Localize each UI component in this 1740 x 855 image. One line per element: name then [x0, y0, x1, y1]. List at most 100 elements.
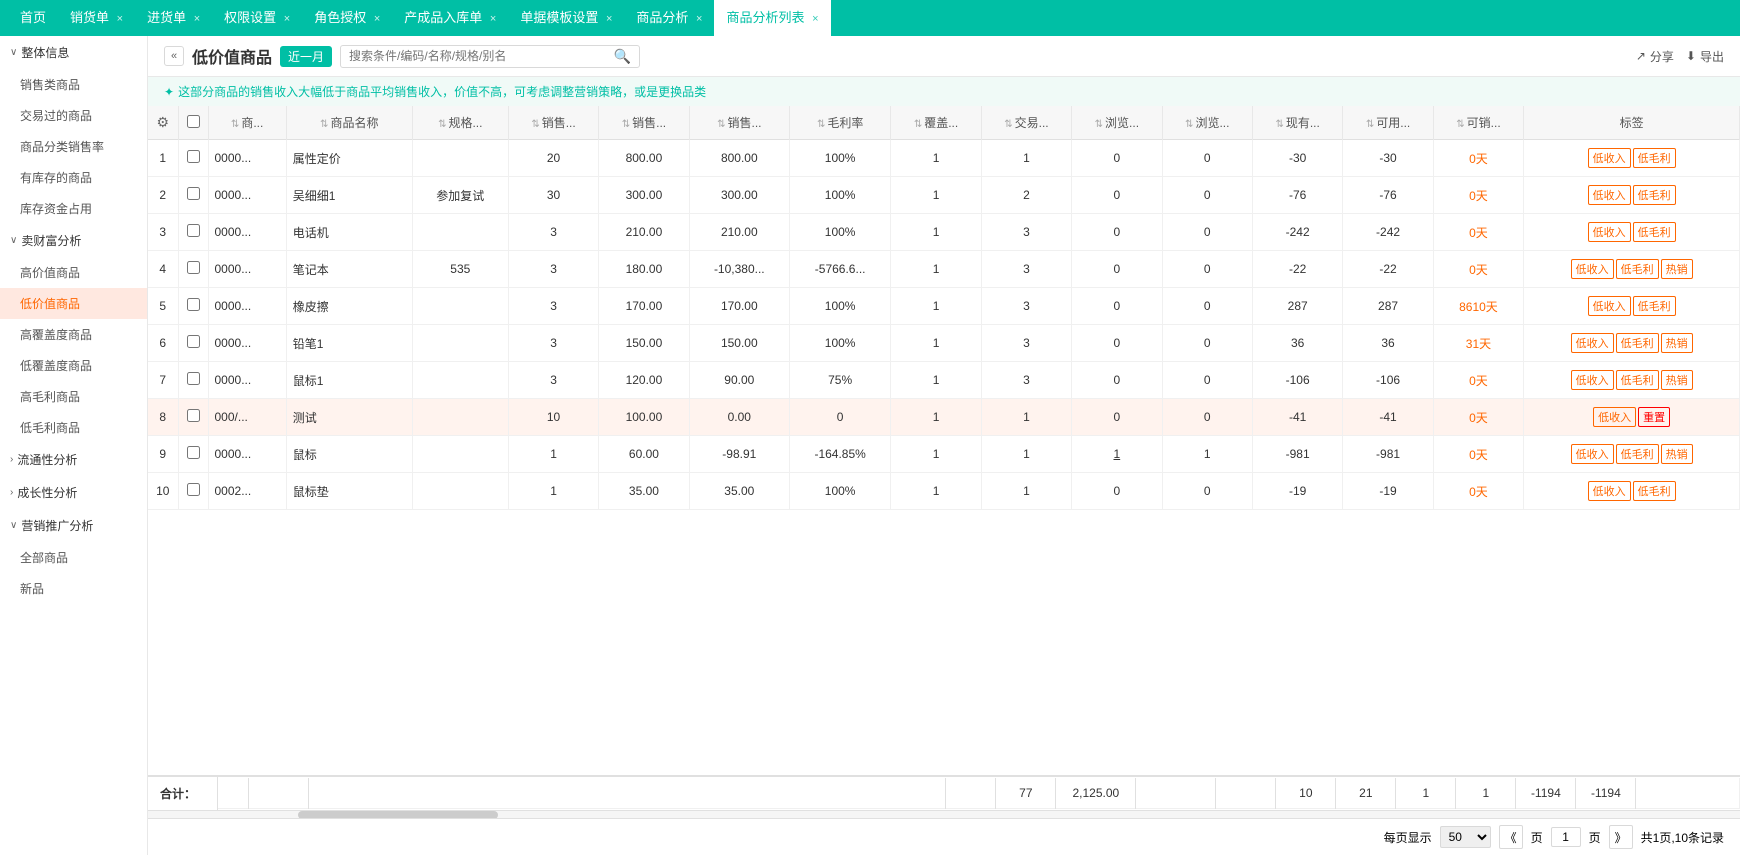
cell-col7[interactable]: 0	[1072, 399, 1162, 436]
row-checkbox[interactable]	[187, 261, 200, 274]
cell-checkbox[interactable]	[178, 251, 208, 288]
horizontal-scrollbar[interactable]	[148, 810, 1740, 818]
sidebar-item-low-coverage[interactable]: 低覆盖度商品	[0, 350, 147, 381]
cell-name[interactable]: 鼠标	[286, 436, 412, 473]
sidebar-item-sales-products[interactable]: 销售类商品	[0, 69, 147, 100]
nav-analysis[interactable]: 商品分析 ×	[624, 0, 714, 36]
nav-perms[interactable]: 权限设置 ×	[212, 0, 302, 36]
sidebar-section-circulation[interactable]: › 流通性分析	[0, 443, 147, 476]
cell-name[interactable]: 属性定价	[286, 140, 412, 177]
sidebar-item-high-value[interactable]: 高价值商品	[0, 257, 147, 288]
view-link[interactable]: 0	[1114, 484, 1121, 498]
view-link[interactable]: 0	[1114, 373, 1121, 387]
settings-icon[interactable]: ⚙	[156, 114, 169, 130]
cell-name[interactable]: 电话机	[286, 214, 412, 251]
view-link[interactable]: 0	[1114, 225, 1121, 239]
row-checkbox[interactable]	[187, 298, 200, 311]
nav-prod[interactable]: 产成品入库单 ×	[392, 0, 508, 36]
close-icon[interactable]: ×	[490, 13, 496, 25]
row-checkbox[interactable]	[187, 372, 200, 385]
cell-col7[interactable]: 0	[1072, 251, 1162, 288]
cell-checkbox[interactable]	[178, 177, 208, 214]
share-button[interactable]: ↗ 分享	[1636, 48, 1674, 65]
cell-col7[interactable]: 0	[1072, 362, 1162, 399]
cell-name[interactable]: 笔记本	[286, 251, 412, 288]
sidebar-item-all-products[interactable]: 全部商品	[0, 542, 147, 573]
sidebar-item-high-margin[interactable]: 高毛利商品	[0, 381, 147, 412]
search-input[interactable]	[349, 49, 614, 63]
cell-name[interactable]: 铅笔1	[286, 325, 412, 362]
close-icon[interactable]: ×	[117, 13, 123, 25]
sidebar-item-stock-fund[interactable]: 库存资金占用	[0, 193, 147, 224]
row-checkbox[interactable]	[187, 409, 200, 422]
cell-name[interactable]: 鼠标垫	[286, 473, 412, 510]
cell-checkbox[interactable]	[178, 325, 208, 362]
cell-checkbox[interactable]	[178, 214, 208, 251]
th-checkbox[interactable]	[178, 106, 208, 140]
cell-col7[interactable]: 0	[1072, 473, 1162, 510]
close-icon[interactable]: ×	[606, 13, 612, 25]
table-container[interactable]: ⚙ ⇅商... ⇅商品名称 ⇅规格... ⇅销售... ⇅销售... ⇅销售..…	[148, 106, 1740, 775]
th-view1[interactable]: ⇅浏览...	[1072, 106, 1162, 140]
th-current[interactable]: ⇅现有...	[1252, 106, 1342, 140]
th-code[interactable]: ⇅商...	[208, 106, 286, 140]
sidebar-item-low-margin[interactable]: 低毛利商品	[0, 412, 147, 443]
close-icon[interactable]: ×	[812, 13, 818, 25]
sidebar-item-stock[interactable]: 有库存的商品	[0, 162, 147, 193]
cell-col7[interactable]: 0	[1072, 288, 1162, 325]
th-tags[interactable]: 标签	[1524, 106, 1740, 140]
sidebar-item-new-products[interactable]: 新品	[0, 573, 147, 604]
th-spec[interactable]: ⇅规格...	[412, 106, 508, 140]
row-checkbox[interactable]	[187, 483, 200, 496]
th-col2[interactable]: ⇅销售...	[599, 106, 689, 140]
cell-checkbox[interactable]	[178, 399, 208, 436]
page-input[interactable]	[1551, 827, 1581, 847]
view-link[interactable]: 0	[1114, 336, 1121, 350]
close-icon[interactable]: ×	[194, 13, 200, 25]
cell-name[interactable]: 吴细细1	[286, 177, 412, 214]
th-view2[interactable]: ⇅浏览...	[1162, 106, 1252, 140]
nav-roles[interactable]: 角色授权 ×	[302, 0, 392, 36]
cell-checkbox[interactable]	[178, 436, 208, 473]
export-button[interactable]: ⬇ 导出	[1686, 48, 1724, 65]
sidebar-item-low-value[interactable]: 低价值商品	[0, 288, 147, 319]
select-all-checkbox[interactable]	[187, 115, 200, 128]
sidebar-section-growth[interactable]: › 成长性分析	[0, 476, 147, 509]
nav-analysis-list[interactable]: 商品分析列表 ×	[714, 0, 830, 36]
sidebar-item-high-coverage[interactable]: 高覆盖度商品	[0, 319, 147, 350]
th-saleable[interactable]: ⇅可销...	[1433, 106, 1523, 140]
sidebar-section-wealth[interactable]: ∨ 卖财富分析	[0, 224, 147, 257]
nav-tpl[interactable]: 单据模板设置 ×	[508, 0, 624, 36]
th-name[interactable]: ⇅商品名称	[286, 106, 412, 140]
th-col1[interactable]: ⇅销售...	[508, 106, 598, 140]
th-col3[interactable]: ⇅销售...	[689, 106, 789, 140]
row-checkbox[interactable]	[187, 150, 200, 163]
cell-col7[interactable]: 0	[1072, 140, 1162, 177]
th-trade[interactable]: ⇅交易...	[981, 106, 1071, 140]
nav-home[interactable]: 首页	[8, 0, 58, 36]
cell-name[interactable]: 鼠标1	[286, 362, 412, 399]
sidebar-section-marketing[interactable]: ∨ 营销推广分析	[0, 509, 147, 542]
cell-checkbox[interactable]	[178, 140, 208, 177]
row-checkbox[interactable]	[187, 187, 200, 200]
view-link[interactable]: 0	[1114, 299, 1121, 313]
sidebar-item-traded[interactable]: 交易过的商品	[0, 100, 147, 131]
period-button[interactable]: 近一月	[280, 46, 332, 67]
close-icon[interactable]: ×	[284, 13, 290, 25]
view-link[interactable]: 0	[1114, 188, 1121, 202]
sidebar-collapse-button[interactable]: «	[164, 46, 184, 66]
cell-checkbox[interactable]	[178, 362, 208, 399]
close-icon[interactable]: ×	[374, 13, 380, 25]
first-page-button[interactable]: 《	[1499, 825, 1523, 849]
cell-checkbox[interactable]	[178, 288, 208, 325]
sidebar-section-overall[interactable]: ∨ 整体信息	[0, 36, 147, 69]
view-link[interactable]: 1	[1114, 447, 1121, 461]
view-link[interactable]: 0	[1114, 410, 1121, 424]
cell-name[interactable]: 测试	[286, 399, 412, 436]
page-size-select[interactable]: 50 100 200	[1440, 826, 1491, 848]
nav-purchase[interactable]: 进货单 ×	[135, 0, 212, 36]
th-settings[interactable]: ⚙	[148, 106, 178, 140]
sidebar-item-category-sales[interactable]: 商品分类销售率	[0, 131, 147, 162]
cell-col7[interactable]: 0	[1072, 325, 1162, 362]
search-icon[interactable]: 🔍	[614, 48, 631, 65]
